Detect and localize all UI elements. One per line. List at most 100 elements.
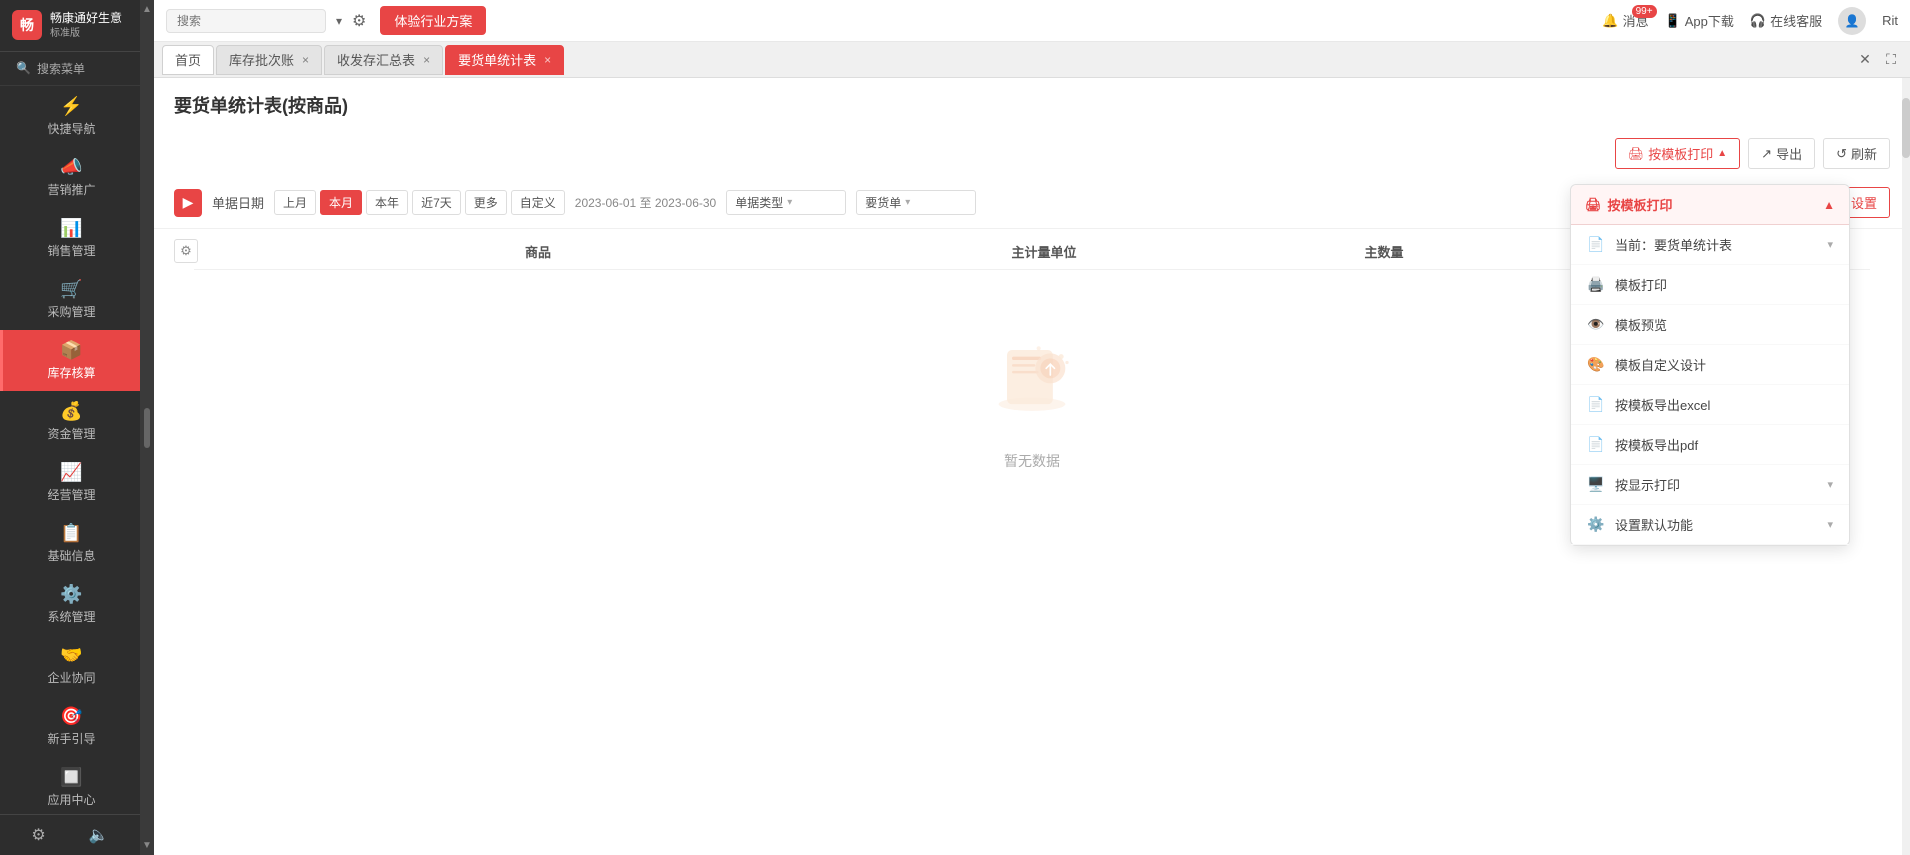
dropdown-display-print[interactable]: 🖥️ 按显示打印 ▾ <box>1571 465 1849 505</box>
table-settings-icon[interactable]: ⚙ <box>174 239 198 263</box>
empty-icon <box>982 330 1082 439</box>
notification-badge: 99+ <box>1632 5 1657 18</box>
filter-this-year[interactable]: 本年 <box>366 190 408 215</box>
sound-icon[interactable]: 🔈 <box>89 825 109 845</box>
sidebar-item-marketing[interactable]: 📣 营销推广 <box>0 147 140 208</box>
tab-receipt-summary[interactable]: 收发存汇总表 × <box>324 45 443 75</box>
dropdown-item-template-print[interactable]: 🖨️ 模板打印 <box>1571 265 1849 305</box>
scroll-up-arrow[interactable]: ▲ <box>142 4 152 15</box>
empty-text: 暂无数据 <box>1004 451 1060 471</box>
tab-close-inventory-batch[interactable]: × <box>302 53 309 67</box>
filter-type-select[interactable]: 单据类型 ▾ <box>726 190 846 215</box>
search-menu-label: 搜索菜单 <box>37 60 85 77</box>
headset-icon: 🎧 <box>1750 13 1766 29</box>
sidebar-bottom: ⚙ 🔈 <box>0 814 140 855</box>
topbar: ▾ ⚙ 体验行业方案 🔔 消息 99+ 📱 App下载 🎧 在线客服 👤 Rit <box>154 0 1910 42</box>
display-print-label: 按显示打印 <box>1615 475 1680 494</box>
sidebar-item-quick-nav[interactable]: ⚡ 快捷导航 <box>0 86 140 147</box>
print-template-button[interactable]: 🖨 按模板打印 ▲ <box>1615 138 1740 169</box>
avatar[interactable]: 👤 <box>1838 7 1866 35</box>
filter-this-month[interactable]: 本月 <box>320 190 362 215</box>
purchase-icon: 🛒 <box>60 279 82 300</box>
tab-home[interactable]: 首页 <box>162 45 214 75</box>
export-button[interactable]: ↗ 导出 <box>1748 138 1815 169</box>
print-icon: 🖨 <box>1628 146 1645 162</box>
current-template-label: 当前：要货单统计表 <box>1615 235 1732 254</box>
apps-icon: 🔲 <box>60 767 82 788</box>
tab-order-stats[interactable]: 要货单统计表 × <box>445 45 564 75</box>
dropdown-item-export-pdf[interactable]: 📄 按模板导出pdf <box>1571 425 1849 465</box>
sidebar-item-operation[interactable]: 📈 经营管理 <box>0 452 140 513</box>
topbar-right: 🔔 消息 99+ 📱 App下载 🎧 在线客服 👤 Rit <box>1602 7 1898 35</box>
sidebar-item-label: 快捷导航 <box>47 120 95 137</box>
sales-icon: 📊 <box>60 218 82 239</box>
set-default-arrow: ▾ <box>1827 518 1833 531</box>
filter-order-category-arrow: ▾ <box>905 197 910 208</box>
sidebar-item-inventory[interactable]: 📦 库存核算 <box>0 330 140 391</box>
print-template-dropdown: 🖨 按模板打印 ▲ 📄 当前：要货单统计表 ▾ 🖨️ 模板打印 👁️ 模板预览 <box>1570 184 1850 546</box>
template-preview-icon: 👁️ <box>1587 316 1605 333</box>
search-menu-item[interactable]: 🔍 搜索菜单 <box>0 52 140 86</box>
page-title: 要货单统计表(按商品) <box>174 92 1890 118</box>
sidebar-item-system[interactable]: ⚙️ 系统管理 <box>0 574 140 635</box>
dropdown-print-icon: 🖨 <box>1585 197 1602 213</box>
date-filter-label: 单据日期 <box>212 193 264 212</box>
sidebar-nav: ⚡ 快捷导航 📣 营销推广 📊 销售管理 🛒 采购管理 📦 库存核算 💰 资金管… <box>0 86 140 814</box>
dropdown-set-default[interactable]: ⚙️ 设置默认功能 ▾ <box>1571 505 1849 545</box>
sidebar-item-purchase[interactable]: 🛒 采购管理 <box>0 269 140 330</box>
export-icon: ↗ <box>1761 146 1772 162</box>
display-print-arrow: ▾ <box>1827 478 1833 491</box>
guide-icon: 🎯 <box>60 706 82 727</box>
dropdown-item-template-preview[interactable]: 👁️ 模板预览 <box>1571 305 1849 345</box>
tab-close-receipt-summary[interactable]: × <box>423 53 430 67</box>
tab-close-order-stats[interactable]: × <box>544 53 551 67</box>
online-service-item[interactable]: 🎧 在线客服 <box>1750 11 1822 30</box>
app-download-icon: 📱 <box>1665 13 1681 29</box>
sidebar-item-collab[interactable]: 🤝 企业协同 <box>0 635 140 696</box>
filter-expand-button[interactable]: ▶ <box>174 189 202 217</box>
sidebar-item-label: 新手引导 <box>47 730 95 747</box>
display-print-icon: 🖥️ <box>1587 476 1605 493</box>
sidebar-item-finance[interactable]: 💰 资金管理 <box>0 391 140 452</box>
export-excel-icon: 📄 <box>1587 396 1605 413</box>
avatar-icon: 👤 <box>1845 14 1860 28</box>
template-preview-label: 模板预览 <box>1615 315 1667 334</box>
filter-custom[interactable]: 自定义 <box>511 190 565 215</box>
marketing-icon: 📣 <box>60 157 82 178</box>
topbar-gear-icon[interactable]: ⚙ <box>352 11 366 31</box>
settings-bottom-icon[interactable]: ⚙ <box>31 825 45 845</box>
sidebar-item-label: 经营管理 <box>47 486 95 503</box>
filter-last-month[interactable]: 上月 <box>274 190 316 215</box>
dropdown-item-export-excel[interactable]: 📄 按模板导出excel <box>1571 385 1849 425</box>
filter-7-days[interactable]: 近7天 <box>412 190 461 215</box>
close-window-btn[interactable]: ✕ <box>1854 49 1876 71</box>
notification-item[interactable]: 🔔 消息 99+ <box>1602 11 1648 30</box>
trial-button[interactable]: 体验行业方案 <box>380 6 486 35</box>
tab-inventory-batch-label: 库存批次账 <box>229 50 294 69</box>
sidebar-item-sales[interactable]: 📊 销售管理 <box>0 208 140 269</box>
filter-more-dates[interactable]: 更多 <box>465 190 507 215</box>
set-default-label: 设置默认功能 <box>1615 515 1693 534</box>
filter-order-category-select[interactable]: 要货单 ▾ <box>856 190 976 215</box>
content-scrollbar[interactable] <box>1902 78 1910 855</box>
scroll-down-arrow[interactable]: ▼ <box>142 840 152 851</box>
expand-window-btn[interactable]: ⛶ <box>1880 49 1902 71</box>
sidebar-item-guide[interactable]: 🎯 新手引导 <box>0 696 140 757</box>
sidebar: 畅 畅康通好生意 标准版 🔍 搜索菜单 ⚡ 快捷导航 📣 营销推广 📊 销售管理… <box>0 0 140 855</box>
basic-icon: 📋 <box>60 523 82 544</box>
dropdown-collapse-arrow[interactable]: ▲ <box>1823 198 1835 212</box>
current-template-arrow: ▾ <box>1827 238 1833 251</box>
tabbar: 首页 库存批次账 × 收发存汇总表 × 要货单统计表 × ✕ ⛶ <box>154 42 1910 78</box>
tab-inventory-batch[interactable]: 库存批次账 × <box>216 45 322 75</box>
sidebar-item-basic[interactable]: 📋 基础信息 <box>0 513 140 574</box>
refresh-button[interactable]: ↺ 刷新 <box>1823 138 1890 169</box>
sidebar-item-apps[interactable]: 🔲 应用中心 <box>0 757 140 814</box>
tab-receipt-summary-label: 收发存汇总表 <box>337 50 415 69</box>
topbar-search-input[interactable] <box>166 9 326 33</box>
app-name: 畅康通好生意 <box>50 10 122 27</box>
app-download-item[interactable]: 📱 App下载 <box>1665 11 1734 30</box>
topbar-dropdown-arrow[interactable]: ▾ <box>336 14 342 28</box>
dropdown-current-template[interactable]: 📄 当前：要货单统计表 ▾ <box>1571 225 1849 265</box>
filter-type-label: 单据类型 <box>735 194 783 211</box>
dropdown-item-template-custom[interactable]: 🎨 模板自定义设计 <box>1571 345 1849 385</box>
